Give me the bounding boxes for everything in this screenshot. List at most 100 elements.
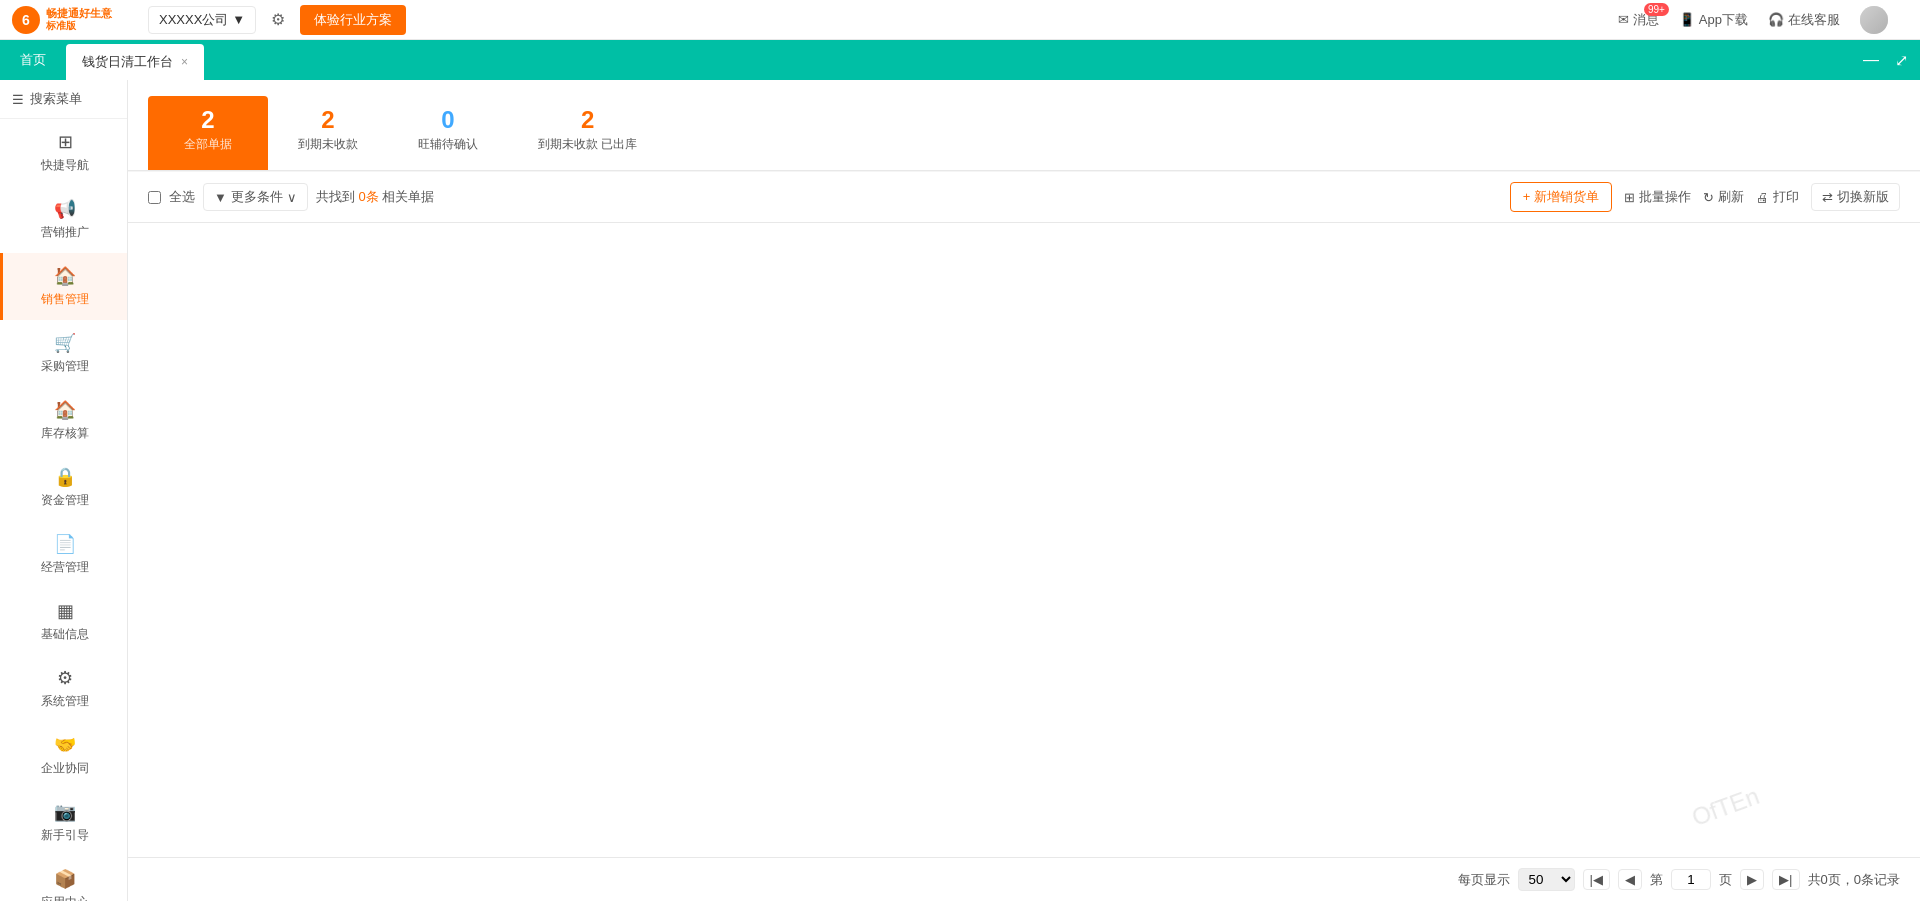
- add-order-btn[interactable]: + 新增销货单: [1510, 182, 1612, 212]
- page-unit: 页: [1719, 871, 1732, 889]
- sidebar-item-sys[interactable]: ⚙ 系统管理: [0, 655, 127, 722]
- filter-chevron: ∨: [287, 190, 297, 205]
- operation-icon: 📄: [54, 533, 76, 555]
- sidebar-item-label: 营销推广: [41, 224, 89, 241]
- switch-btn[interactable]: ⇄ 切换新版: [1811, 183, 1900, 211]
- enterprise-icon: 🤝: [54, 734, 76, 756]
- logo-text: 畅捷通好生意 标准版: [46, 7, 112, 32]
- sidebar-search[interactable]: ☰ 搜索菜单: [0, 80, 127, 119]
- sidebar-item-app-center[interactable]: 📦 应用中心: [0, 856, 127, 901]
- switch-icon: ⇄: [1822, 190, 1833, 205]
- sidebar-item-inventory[interactable]: 🏠 库存核算: [0, 387, 127, 454]
- toolbar-right: + 新增销货单 ⊞ 批量操作 ↻ 刷新 🖨 打印 ⇄ 切换新版: [1510, 182, 1900, 212]
- page-label: 第: [1650, 871, 1663, 889]
- sidebar-item-label: 库存核算: [41, 425, 89, 442]
- settings-icon[interactable]: ⚙: [264, 6, 292, 34]
- service-icon: 🎧: [1768, 12, 1784, 27]
- unshipped-label: 到期未收款 已出库: [538, 136, 637, 153]
- header-right: ✉ 消息 99+ 📱 App下载 🎧 在线客服: [1618, 6, 1908, 34]
- search-icon: ☰: [12, 92, 24, 107]
- page-size-select[interactable]: 50 100 200: [1518, 868, 1575, 891]
- basic-info-icon: ▦: [57, 600, 74, 622]
- last-page-btn[interactable]: ▶|: [1772, 869, 1799, 890]
- trial-btn[interactable]: 体验行业方案: [300, 5, 406, 35]
- active-tab-label: 钱货日清工作台: [82, 53, 173, 71]
- sidebar-item-quick-nav[interactable]: ⊞ 快捷导航: [0, 119, 127, 186]
- sidebar-item-enterprise[interactable]: 🤝 企业协同: [0, 722, 127, 789]
- stat-tab-all[interactable]: 2 全部单据: [148, 96, 268, 170]
- search-label: 搜索菜单: [30, 90, 82, 108]
- select-all-label: 全选: [169, 188, 195, 206]
- batch-label: 批量操作: [1639, 188, 1691, 206]
- purchase-icon: 🛒: [54, 332, 76, 354]
- message-icon: ✉: [1618, 12, 1629, 27]
- message-btn[interactable]: ✉ 消息 99+: [1618, 11, 1659, 29]
- sidebar-item-label: 资金管理: [41, 492, 89, 509]
- batch-btn[interactable]: ⊞ 批量操作: [1624, 188, 1691, 206]
- stat-tab-pending[interactable]: 0 旺辅待确认: [388, 96, 508, 170]
- toolbar: 全选 ▼ 更多条件 ∨ 共找到 0条 相关单据 + 新增销货单 ⊞ 批量操作 ↻: [128, 172, 1920, 223]
- download-icon: 📱: [1679, 12, 1695, 27]
- filter-label: 更多条件: [231, 188, 283, 206]
- tab-active[interactable]: 钱货日清工作台 ×: [66, 44, 204, 80]
- marketing-icon: 📢: [54, 198, 76, 220]
- sidebar-item-guide[interactable]: 📷 新手引导: [0, 789, 127, 856]
- sidebar-item-label: 经营管理: [41, 559, 89, 576]
- page-input[interactable]: [1671, 869, 1711, 890]
- first-page-btn[interactable]: |◀: [1583, 869, 1610, 890]
- avatar-image: [1860, 6, 1888, 34]
- sidebar-item-label: 新手引导: [41, 827, 89, 844]
- message-badge: 99+: [1644, 3, 1669, 16]
- app-center-icon: 📦: [54, 868, 76, 890]
- sidebar-item-operation[interactable]: 📄 经营管理: [0, 521, 127, 588]
- online-service-btn[interactable]: 🎧 在线客服: [1768, 11, 1840, 29]
- pending-label: 旺辅待确认: [418, 136, 478, 153]
- company-selector[interactable]: XXXXX公司 ▼: [148, 6, 256, 34]
- sidebar-item-sales[interactable]: 🏠 销售管理: [0, 253, 127, 320]
- tab-home[interactable]: 首页: [0, 40, 66, 80]
- tab-minimize-icon[interactable]: —: [1859, 47, 1883, 73]
- tab-expand-icon[interactable]: ⤢: [1891, 47, 1912, 74]
- page-size-label: 每页显示: [1458, 871, 1510, 889]
- overdue-label: 到期未收款: [298, 136, 358, 153]
- sidebar-item-marketing[interactable]: 📢 营销推广: [0, 186, 127, 253]
- tab-close-icon[interactable]: ×: [181, 55, 188, 69]
- tab-bar: 首页 钱货日清工作台 × — ⤢: [0, 40, 1920, 80]
- sidebar-item-purchase[interactable]: 🛒 采购管理: [0, 320, 127, 387]
- sidebar-item-label: 销售管理: [41, 291, 89, 308]
- print-icon: 🖨: [1756, 190, 1769, 205]
- all-orders-count: 2: [178, 106, 238, 134]
- pending-count: 0: [418, 106, 478, 134]
- sidebar-item-basic-info[interactable]: ▦ 基础信息: [0, 588, 127, 655]
- refresh-btn[interactable]: ↻ 刷新: [1703, 188, 1744, 206]
- sidebar-item-label: 系统管理: [41, 693, 89, 710]
- found-text: 共找到 0条 相关单据: [316, 188, 434, 206]
- print-btn[interactable]: 🖨 打印: [1756, 188, 1799, 206]
- stat-tab-overdue[interactable]: 2 到期未收款: [268, 96, 388, 170]
- sidebar: ☰ 搜索菜单 ⊞ 快捷导航 📢 营销推广 🏠 销售管理 🛒 采购管理 🏠 库存核…: [0, 80, 128, 901]
- sales-icon: 🏠: [54, 265, 76, 287]
- table-area: [128, 223, 1920, 857]
- sidebar-item-finance[interactable]: 🔒 资金管理: [0, 454, 127, 521]
- prev-page-btn[interactable]: ◀: [1618, 869, 1642, 890]
- sidebar-item-label: 应用中心: [41, 894, 89, 901]
- select-all-checkbox[interactable]: [148, 191, 161, 204]
- sidebar-item-label: 企业协同: [41, 760, 89, 777]
- app-download-btn[interactable]: 📱 App下载: [1679, 11, 1748, 29]
- sidebar-item-label: 采购管理: [41, 358, 89, 375]
- refresh-icon: ↻: [1703, 190, 1714, 205]
- next-page-btn[interactable]: ▶: [1740, 869, 1764, 890]
- unshipped-count: 2: [538, 106, 637, 134]
- logo-area: 6 畅捷通好生意 标准版: [12, 6, 140, 34]
- finance-icon: 🔒: [54, 466, 76, 488]
- batch-icon: ⊞: [1624, 190, 1635, 205]
- logo-icon: 6: [12, 6, 40, 34]
- top-header: 6 畅捷通好生意 标准版 XXXXX公司 ▼ ⚙ 体验行业方案 ✉ 消息 99+…: [0, 0, 1920, 40]
- stat-tab-unshipped[interactable]: 2 到期未收款 已出库: [508, 96, 667, 170]
- all-orders-label: 全部单据: [178, 136, 238, 153]
- pagination: 每页显示 50 100 200 |◀ ◀ 第 页 ▶ ▶| 共0页，0条记录: [128, 857, 1920, 901]
- toolbar-left: 全选 ▼ 更多条件 ∨ 共找到 0条 相关单据: [148, 183, 434, 211]
- avatar[interactable]: [1860, 6, 1888, 34]
- filter-btn[interactable]: ▼ 更多条件 ∨: [203, 183, 308, 211]
- total-text: 共0页，0条记录: [1808, 871, 1900, 889]
